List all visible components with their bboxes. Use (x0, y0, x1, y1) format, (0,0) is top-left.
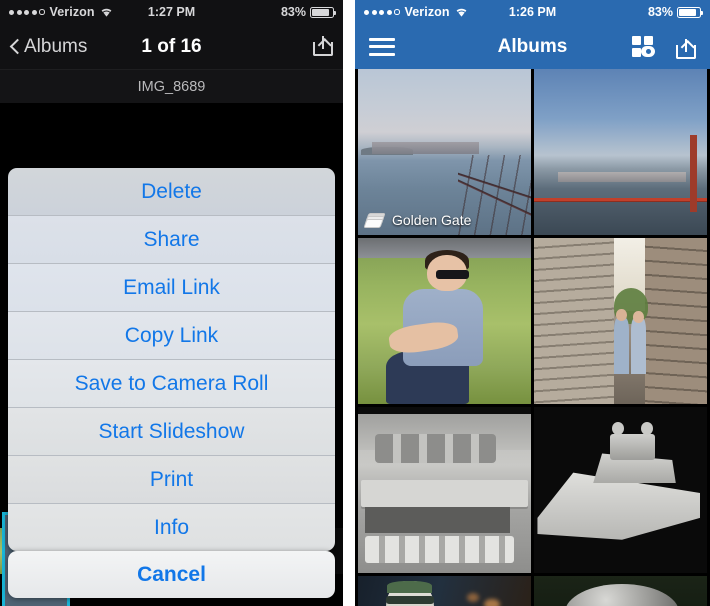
wifi-icon (100, 7, 113, 18)
action-email-link[interactable]: Email Link (8, 264, 335, 312)
photo-stack-icon (363, 212, 386, 228)
back-button-label: Albums (24, 35, 88, 57)
action-sheet: Delete Share Email Link Copy Link Save t… (8, 168, 335, 551)
album-thumbnail (358, 69, 531, 235)
right-status-battery-group: 83% (647, 5, 703, 19)
album-title-label: Golden Gate (392, 212, 472, 228)
action-print[interactable]: Print (8, 456, 335, 504)
wifi-icon (455, 7, 468, 18)
right-phone-screen: Verizon 1:26 PM 83% Albums Golden Gate (355, 0, 710, 606)
album-thumbnail (358, 576, 531, 606)
grid-preview-eye-icon[interactable] (632, 36, 655, 57)
grid-row: Golden Gate (355, 69, 710, 235)
share-icon[interactable] (676, 35, 696, 59)
album-cell-7[interactable] (358, 576, 531, 606)
album-cell-3[interactable] (358, 238, 531, 404)
album-cell-6[interactable] (534, 407, 707, 573)
filename-label: IMG_8689 (137, 79, 206, 95)
action-delete[interactable]: Delete (8, 168, 335, 216)
battery-icon (310, 6, 336, 18)
album-caption: Golden Gate (363, 212, 472, 228)
action-start-slideshow[interactable]: Start Slideshow (8, 408, 335, 456)
hamburger-menu-icon[interactable] (369, 37, 395, 56)
right-status-carrier-group: Verizon (364, 5, 468, 19)
left-nav-bar: Albums 1 of 16 (0, 24, 343, 69)
albums-grid[interactable]: Golden Gate (355, 69, 710, 606)
album-cell-2[interactable] (534, 69, 707, 235)
signal-strength-icon (9, 9, 45, 15)
grid-row (355, 407, 710, 573)
battery-percent-label: 83% (280, 5, 306, 19)
left-share-button[interactable] (313, 32, 333, 61)
right-nav-actions (632, 35, 696, 59)
left-status-bar: Verizon 1:27 PM 83% (0, 0, 343, 24)
album-cell-4[interactable] (534, 238, 707, 404)
carrier-label: Verizon (49, 5, 95, 19)
right-status-bar: Verizon 1:26 PM 83% (355, 0, 710, 24)
right-nav-bar: Albums (355, 24, 710, 69)
action-share[interactable]: Share (8, 216, 335, 264)
action-info[interactable]: Info (8, 504, 335, 551)
action-save-to-camera-roll[interactable]: Save to Camera Roll (8, 360, 335, 408)
album-thumbnail (534, 69, 707, 235)
battery-percent-label: 83% (647, 5, 673, 19)
album-cell-8[interactable] (534, 576, 707, 606)
cancel-button[interactable]: Cancel (8, 551, 335, 598)
share-icon (313, 32, 333, 56)
grid-row (355, 576, 710, 606)
grid-row (355, 238, 710, 404)
album-thumbnail (358, 238, 531, 404)
carrier-label: Verizon (404, 5, 450, 19)
left-phone-screen: Verizon 1:27 PM 83% Albums 1 of 16 IMG_8… (0, 0, 343, 606)
screenshot-stage: Verizon 1:27 PM 83% Albums 1 of 16 IMG_8… (0, 0, 710, 606)
album-thumbnail (534, 238, 707, 404)
left-status-battery-group: 83% (280, 5, 336, 19)
album-thumbnail (534, 576, 707, 606)
left-status-carrier-group: Verizon (9, 5, 113, 19)
album-thumbnail (534, 407, 707, 573)
album-thumbnail (358, 407, 531, 573)
action-copy-link[interactable]: Copy Link (8, 312, 335, 360)
back-to-albums-button[interactable]: Albums (10, 36, 87, 58)
battery-icon (677, 6, 703, 18)
album-cell-5[interactable] (358, 407, 531, 573)
album-cell-golden-gate[interactable]: Golden Gate (358, 69, 531, 235)
chevron-left-icon (10, 38, 20, 55)
signal-strength-icon (364, 9, 400, 15)
filename-bar: IMG_8689 (0, 69, 343, 104)
